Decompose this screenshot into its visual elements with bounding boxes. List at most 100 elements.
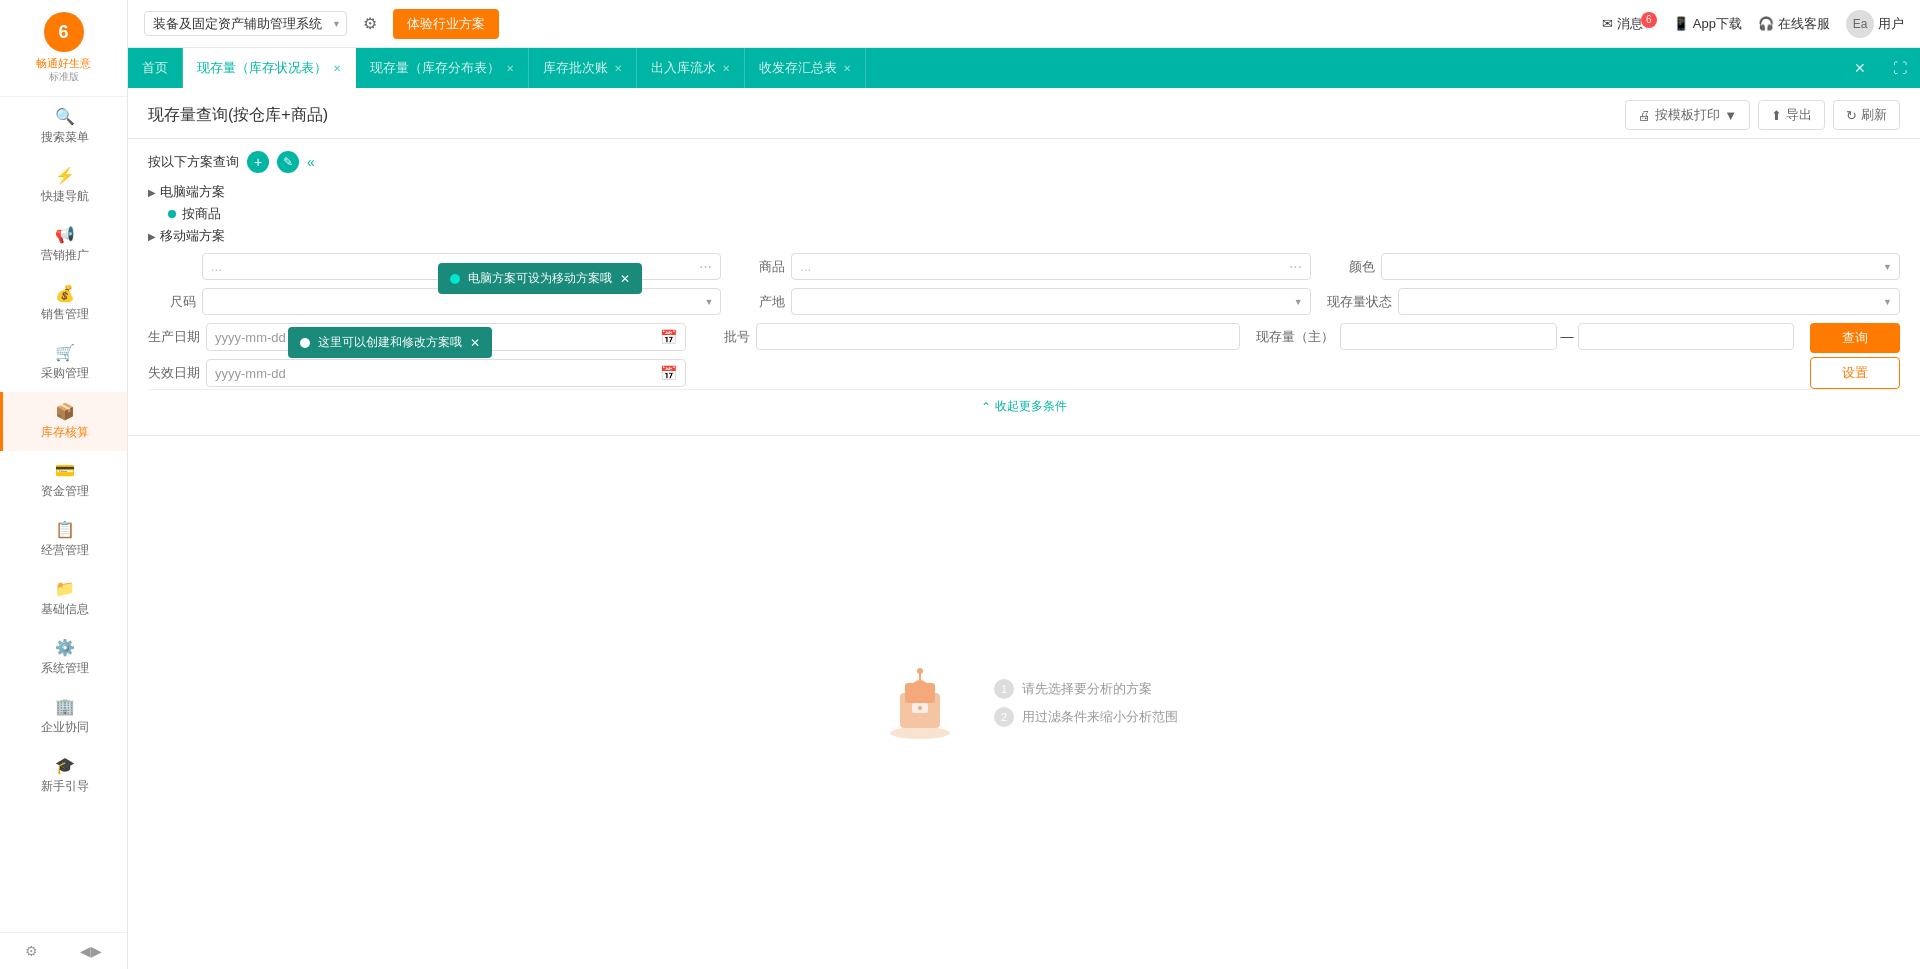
- sidebar-item-finance[interactable]: 💳 资金管理: [0, 451, 127, 510]
- tab-summary-close[interactable]: ✕: [843, 63, 851, 74]
- tab-stock-dist-label: 现存量（库存分布表）: [370, 59, 500, 77]
- print-btn[interactable]: 🖨 按模板打印 ▼: [1625, 100, 1750, 130]
- goods-input[interactable]: ... ⋯: [791, 253, 1310, 280]
- user-btn[interactable]: Ea 用户: [1846, 10, 1904, 38]
- sidebar-item-search[interactable]: 🔍 搜索菜单: [0, 97, 127, 156]
- expire-date-input[interactable]: yyyy-mm-dd 📅: [206, 359, 686, 387]
- sidebar-item-purchase[interactable]: 🛒 采购管理: [0, 333, 127, 392]
- refresh-label: 刷新: [1861, 106, 1887, 124]
- search-btn[interactable]: 查询: [1810, 323, 1900, 353]
- step-num-2: 2: [994, 707, 1014, 727]
- origin-field: 产地: [737, 288, 1310, 315]
- stock-main-to[interactable]: [1578, 323, 1795, 350]
- collapse-sidebar-btn[interactable]: ◀▶: [80, 943, 102, 959]
- tab-stock-dist[interactable]: 现存量（库存分布表） ✕: [356, 48, 529, 88]
- empty-steps: 1 请先选择要分析的方案 2 用过滤条件来缩小分析范围: [994, 679, 1178, 727]
- tab-summary[interactable]: 收发存汇总表 ✕: [745, 48, 866, 88]
- sidebar-item-quick-nav[interactable]: ⚡ 快捷导航: [0, 156, 127, 215]
- tooltip2-close[interactable]: ✕: [470, 336, 480, 350]
- tab-batch-close[interactable]: ✕: [614, 63, 622, 74]
- mobile-scheme-item[interactable]: ▶ 移动端方案: [148, 227, 1900, 245]
- sidebar-item-enterprise[interactable]: 🏢 企业协同: [0, 687, 127, 746]
- tab-home[interactable]: 首页: [128, 48, 183, 88]
- desktop-scheme-children: 按商品: [168, 205, 1900, 223]
- refresh-btn[interactable]: ↻ 刷新: [1833, 100, 1900, 130]
- user-label: 用户: [1878, 15, 1904, 33]
- message-btn[interactable]: ✉ 消息 6: [1602, 15, 1657, 33]
- system-selector[interactable]: 装备及固定资产辅助管理系统: [144, 11, 347, 36]
- export-btn[interactable]: ⬆ 导出: [1758, 100, 1825, 130]
- sidebar: 6 畅通好生意 标准版 🔍 搜索菜单 ⚡ 快捷导航 📢 营销推广 💰 销售管理 …: [0, 0, 128, 969]
- stock-main-from[interactable]: [1340, 323, 1557, 350]
- tab-fullscreen-btn[interactable]: ⛶: [1880, 48, 1920, 88]
- collapse-bar[interactable]: ⌃ 收起更多条件: [148, 389, 1900, 423]
- stock-range-sep: —: [1561, 329, 1574, 344]
- settings-bottom-btn[interactable]: ⚙: [25, 943, 38, 959]
- sidebar-item-label: 企业协同: [41, 719, 89, 736]
- origin-label: 产地: [737, 293, 785, 311]
- sidebar-item-label: 采购管理: [41, 365, 89, 382]
- empty-step-1: 1 请先选择要分析的方案: [994, 679, 1178, 699]
- tooltip1-text: 电脑方案可设为移动方案哦: [468, 270, 612, 287]
- origin-select[interactable]: [791, 288, 1310, 315]
- tab-close-all-btn[interactable]: ✕: [1840, 48, 1880, 88]
- color-select[interactable]: [1381, 253, 1900, 280]
- stock-main-range: —: [1340, 323, 1794, 350]
- tab-inout-close[interactable]: ✕: [722, 63, 730, 74]
- desktop-scheme-label: 电脑端方案: [160, 183, 225, 201]
- reset-btn[interactable]: 设置: [1810, 357, 1900, 389]
- sidebar-item-basic-info[interactable]: 📁 基础信息: [0, 569, 127, 628]
- goods-scheme-item[interactable]: 按商品: [168, 205, 1900, 223]
- sidebar-item-inventory[interactable]: 📦 库存核算: [0, 392, 127, 451]
- filter-back-btn[interactable]: «: [307, 154, 315, 170]
- guide-icon: 🎓: [55, 756, 75, 775]
- basic-info-icon: 📁: [55, 579, 75, 598]
- sidebar-item-label: 库存核算: [41, 424, 89, 441]
- stock-status-select-wrapper: [1398, 288, 1900, 315]
- empty-state: 1 请先选择要分析的方案 2 用过滤条件来缩小分析范围: [128, 436, 1920, 969]
- sidebar-item-operation[interactable]: 📋 经营管理: [0, 510, 127, 569]
- print-icon: 🖨: [1638, 108, 1651, 123]
- empty-step-2: 2 用过滤条件来缩小分析范围: [994, 707, 1178, 727]
- stock-main-field: 现存量（主） —: [1256, 323, 1794, 350]
- step-num-1: 1: [994, 679, 1014, 699]
- system-select[interactable]: 装备及固定资产辅助管理系统: [144, 11, 347, 36]
- tab-inout[interactable]: 出入库流水 ✕: [637, 48, 745, 88]
- online-support-btn[interactable]: 🎧 在线客服: [1758, 15, 1830, 33]
- app-download-btn[interactable]: 📱 App下载: [1673, 15, 1742, 33]
- operation-icon: 📋: [55, 520, 75, 539]
- support-label: 在线客服: [1778, 15, 1830, 33]
- stock-main-label: 现存量（主）: [1256, 328, 1334, 346]
- avatar: Ea: [1846, 10, 1874, 38]
- desktop-scheme-item[interactable]: ▶ 电脑端方案: [148, 183, 1900, 201]
- system-icon: ⚙️: [55, 638, 75, 657]
- sidebar-item-label: 新手引导: [41, 778, 89, 795]
- logo-text: 畅通好生意: [36, 56, 91, 70]
- tab-stock-status[interactable]: 现存量（库存状况表） ✕: [183, 48, 356, 88]
- sidebar-item-label: 销售管理: [41, 306, 89, 323]
- sidebar-item-label: 营销推广: [41, 247, 89, 264]
- color-label: 颜色: [1327, 258, 1375, 276]
- settings-gear-icon[interactable]: ⚙: [363, 14, 377, 33]
- expire-date-field: 失效日期 yyyy-mm-dd 📅: [148, 359, 686, 387]
- filter-row-2: 尺码 产地 现存量状态: [148, 288, 1900, 315]
- filter-label: 按以下方案查询: [148, 153, 239, 171]
- origin-select-wrapper: [791, 288, 1310, 315]
- sidebar-item-guide[interactable]: 🎓 新手引导: [0, 746, 127, 805]
- tab-stock-dist-close[interactable]: ✕: [506, 63, 514, 74]
- sidebar-item-sales[interactable]: 💰 销售管理: [0, 274, 127, 333]
- sidebar-item-marketing[interactable]: 📢 营销推广: [0, 215, 127, 274]
- experience-btn[interactable]: 体验行业方案: [393, 9, 499, 39]
- stock-status-select[interactable]: [1398, 288, 1900, 315]
- sidebar-item-system[interactable]: ⚙️ 系统管理: [0, 628, 127, 687]
- tab-stock-status-close[interactable]: ✕: [333, 63, 341, 74]
- stock-status-label: 现存量状态: [1327, 293, 1392, 311]
- tooltip1-close[interactable]: ✕: [620, 272, 630, 286]
- headset-icon: 🎧: [1758, 16, 1774, 31]
- tooltip2-dot: [300, 338, 310, 348]
- scheme-list: ▶ 电脑端方案 按商品 ▶ 移动端方案: [148, 183, 1900, 245]
- tab-batch[interactable]: 库存批次账 ✕: [529, 48, 637, 88]
- batch-input[interactable]: [756, 323, 1240, 350]
- filter-add-btn[interactable]: +: [247, 151, 269, 173]
- filter-edit-btn[interactable]: ✎: [277, 151, 299, 173]
